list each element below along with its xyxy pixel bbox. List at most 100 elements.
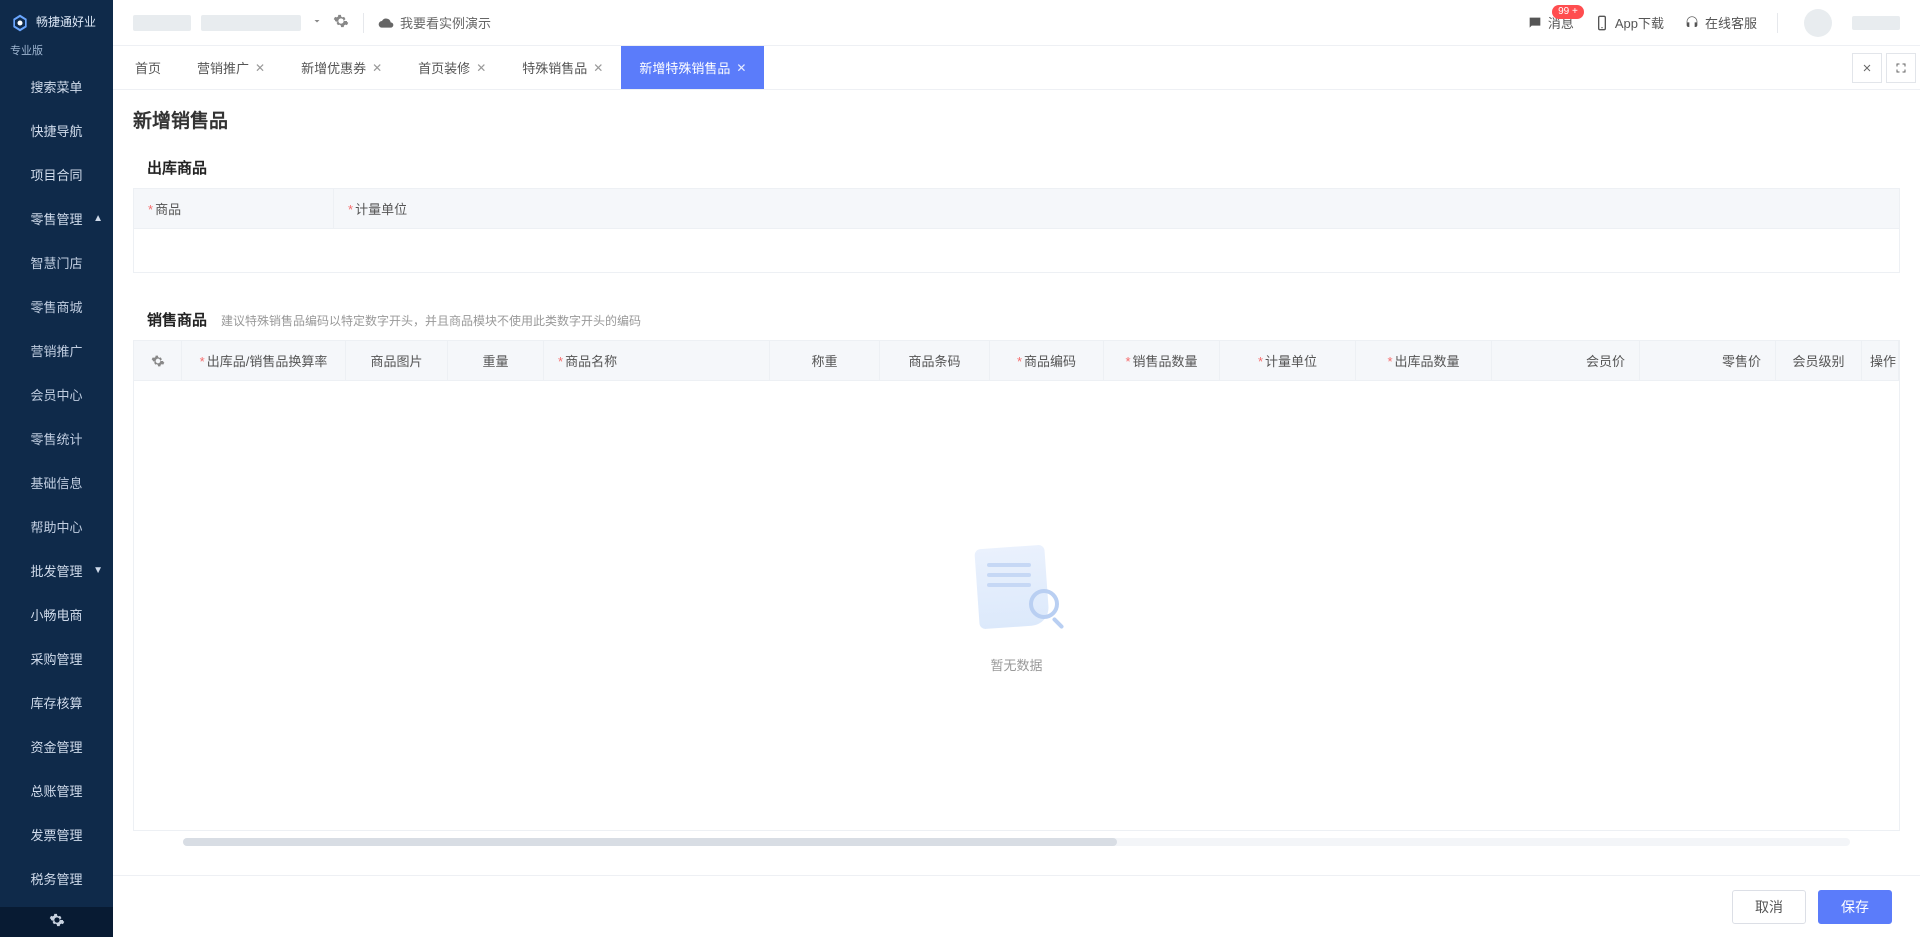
- tab-label: 首页: [135, 58, 161, 77]
- app-download-label: App下载: [1615, 13, 1664, 32]
- outbound-columns: *商品 *计量单位: [133, 188, 1900, 229]
- save-button[interactable]: 保存: [1818, 890, 1892, 924]
- sidebar-item-3[interactable]: 零售管理▲: [0, 196, 113, 240]
- col-retail-price: 零售价: [1640, 341, 1776, 380]
- col-conversion: *出库品/销售品换算率: [182, 341, 346, 380]
- online-service-button[interactable]: 在线客服: [1684, 13, 1757, 32]
- user-name-placeholder: [1852, 16, 1900, 30]
- sales-hint: 建议特殊销售品编码以特定数字开头，并且商品模块不使用此类数字开头的编码: [221, 312, 641, 329]
- outbound-col-unit: *计量单位: [334, 189, 1899, 228]
- sidebar-item-12[interactable]: 小畅电商: [0, 592, 113, 636]
- tab-label: 首页装修: [418, 58, 470, 77]
- empty-illustration: [957, 537, 1077, 637]
- outbound-section: 出库商品 *商品 *计量单位: [133, 147, 1900, 273]
- page-title: 新增销售品: [133, 106, 1900, 133]
- messages-button[interactable]: 消息 99 +: [1527, 13, 1574, 32]
- org-settings-icon[interactable]: [333, 13, 349, 33]
- sidebar-item-4[interactable]: 智慧门店: [0, 240, 113, 284]
- sidebar-item-9[interactable]: 基础信息: [0, 460, 113, 504]
- tab-close-icon[interactable]: ✕: [736, 61, 746, 75]
- brand-logo: 畅捷通好业: [0, 0, 113, 46]
- sidebar-item-0[interactable]: 搜索菜单: [0, 64, 113, 108]
- sidebar-item-6[interactable]: 营销推广: [0, 328, 113, 372]
- sidebar-item-18[interactable]: 税务管理: [0, 856, 113, 900]
- tab-close-all-button[interactable]: [1852, 53, 1882, 83]
- sales-section: 销售商品 建议特殊销售品编码以特定数字开头，并且商品模块不使用此类数字开头的编码…: [133, 299, 1900, 849]
- org-placeholder-2: [201, 15, 301, 31]
- sales-header: 销售商品 建议特殊销售品编码以特定数字开头，并且商品模块不使用此类数字开头的编码: [133, 299, 1900, 340]
- org-placeholder: [133, 15, 191, 31]
- tab-close-icon[interactable]: ✕: [255, 61, 265, 75]
- org-dropdown-caret[interactable]: [311, 15, 323, 30]
- col-weight: 重量: [448, 341, 544, 380]
- cloud-icon: [378, 15, 394, 31]
- sales-table-header: *出库品/销售品换算率 商品图片 重量 *商品名称 称重 商品条码 *商品编码 …: [133, 340, 1900, 381]
- sidebar-item-13[interactable]: 采购管理: [0, 636, 113, 680]
- sidebar: 畅捷通好业 专业版 搜索菜单快捷导航项目合同零售管理▲智慧门店零售商城营销推广会…: [0, 0, 113, 937]
- chat-icon: [1527, 15, 1543, 31]
- phone-icon: [1594, 15, 1610, 31]
- sidebar-item-8[interactable]: 零售统计: [0, 416, 113, 460]
- col-out-qty: *出库品数量: [1356, 341, 1492, 380]
- tab-close-icon[interactable]: ✕: [593, 61, 603, 75]
- tab-0[interactable]: 首页: [117, 46, 179, 89]
- brand-icon: [10, 13, 30, 33]
- sidebar-item-16[interactable]: 总账管理: [0, 768, 113, 812]
- tab-5[interactable]: 新增特殊销售品 ✕: [621, 46, 764, 89]
- messages-badge: 99 +: [1552, 5, 1584, 19]
- sidebar-item-15[interactable]: 资金管理: [0, 724, 113, 768]
- sidebar-item-5[interactable]: 零售商城: [0, 284, 113, 328]
- tab-label: 新增特殊销售品: [639, 58, 730, 77]
- tab-label: 特殊销售品: [522, 58, 587, 77]
- sidebar-item-11[interactable]: 批发管理▼: [0, 548, 113, 592]
- sidebar-footer: [0, 907, 113, 937]
- footer: 取消 保存: [113, 875, 1920, 937]
- col-name: *商品名称: [544, 341, 770, 380]
- sidebar-item-14[interactable]: 库存核算: [0, 680, 113, 724]
- caret-icon: ▼: [93, 565, 103, 576]
- tab-close-icon[interactable]: ✕: [372, 61, 382, 75]
- brand-name: 畅捷通好业: [36, 16, 96, 29]
- settings-gear-icon[interactable]: [49, 912, 65, 932]
- col-operation: 操作: [1862, 341, 1899, 380]
- topbar: 我要看实例演示 消息 99 + App下载 在线客服: [113, 0, 1920, 46]
- outbound-empty-row[interactable]: [133, 229, 1900, 273]
- sales-table-body: 暂无数据: [133, 381, 1900, 831]
- tab-4[interactable]: 特殊销售品 ✕: [504, 46, 621, 89]
- horizontal-scrollbar[interactable]: [133, 835, 1900, 849]
- tab-3[interactable]: 首页装修 ✕: [400, 46, 504, 89]
- caret-icon: ▲: [93, 213, 103, 224]
- tab-2[interactable]: 新增优惠券 ✕: [283, 46, 400, 89]
- tab-label: 新增优惠券: [301, 58, 366, 77]
- tab-label: 营销推广: [197, 58, 249, 77]
- tab-fullscreen-button[interactable]: [1886, 53, 1916, 83]
- outbound-col-product: *商品: [134, 189, 334, 228]
- online-service-label: 在线客服: [1705, 13, 1757, 32]
- brand-edition: 专业版: [0, 42, 113, 58]
- column-settings-button[interactable]: [134, 341, 182, 380]
- sidebar-item-17[interactable]: 发票管理: [0, 812, 113, 856]
- col-code: *商品编码: [990, 341, 1104, 380]
- sidebar-item-2[interactable]: 项目合同: [0, 152, 113, 196]
- demo-link-label: 我要看实例演示: [400, 13, 491, 32]
- tab-bar: 首页 营销推广 ✕ 新增优惠券 ✕ 首页装修 ✕ 特殊销售品 ✕ 新增特殊销售品 ✕: [113, 46, 1920, 90]
- tab-close-icon[interactable]: ✕: [476, 61, 486, 75]
- cancel-button[interactable]: 取消: [1732, 890, 1806, 924]
- content-area: 新增销售品 出库商品 *商品 *计量单位 销售商品 建议特殊销售品编码以特定数字…: [113, 90, 1920, 875]
- sidebar-item-1[interactable]: 快捷导航: [0, 108, 113, 152]
- col-unit: *计量单位: [1220, 341, 1356, 380]
- app-download-button[interactable]: App下载: [1594, 13, 1664, 32]
- headset-icon: [1684, 15, 1700, 31]
- demo-link[interactable]: 我要看实例演示: [378, 13, 491, 32]
- sidebar-menu: 搜索菜单快捷导航项目合同零售管理▲智慧门店零售商城营销推广会员中心零售统计基础信…: [0, 64, 113, 907]
- user-avatar[interactable]: [1804, 9, 1832, 37]
- col-sale-qty: *销售品数量: [1104, 341, 1220, 380]
- col-barcode: 商品条码: [880, 341, 990, 380]
- sales-title: 销售商品: [147, 309, 207, 330]
- tab-1[interactable]: 营销推广 ✕: [179, 46, 283, 89]
- outbound-title: 出库商品: [133, 147, 1900, 188]
- empty-text: 暂无数据: [990, 655, 1042, 674]
- col-member-price: 会员价: [1492, 341, 1640, 380]
- sidebar-item-7[interactable]: 会员中心: [0, 372, 113, 416]
- sidebar-item-10[interactable]: 帮助中心: [0, 504, 113, 548]
